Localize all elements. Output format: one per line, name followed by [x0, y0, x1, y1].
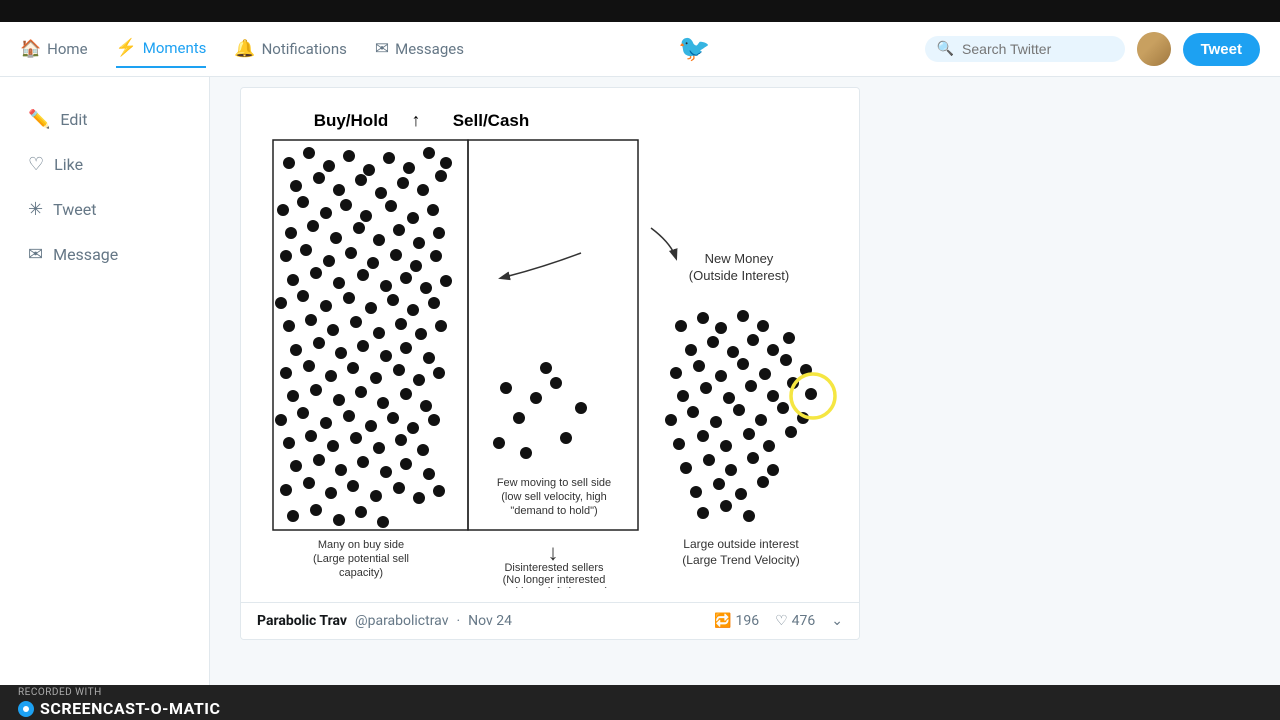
- svg-text:"demand to hold"): "demand to hold"): [510, 505, 597, 517]
- author-name: Parabolic Trav: [257, 613, 347, 629]
- svg-text:(Large potential sell: (Large potential sell: [313, 553, 409, 565]
- navbar: 🏠 Home ⚡ Moments 🔔 Notifications ✉ Messa…: [0, 22, 1280, 77]
- search-input[interactable]: [962, 41, 1102, 57]
- bottom-bar: RECORDED WITH SCREENCAST-O-MATIC: [0, 685, 1280, 720]
- edit-icon: ✏️: [28, 109, 50, 130]
- nav-home[interactable]: 🏠 Home: [20, 31, 88, 67]
- sell-dots: [493, 362, 587, 459]
- sidebar: ✏️ Edit ♡ Like ✳ Tweet ✉ Message: [0, 77, 210, 698]
- avatar-image: [1137, 32, 1171, 66]
- avatar[interactable]: [1137, 32, 1171, 66]
- svg-text:Disinterested sellers: Disinterested sellers: [504, 562, 604, 574]
- nav-left: 🏠 Home ⚡ Moments 🔔 Notifications ✉ Messa…: [20, 30, 464, 68]
- retweet-count: 196: [735, 613, 759, 629]
- like-count: 476: [792, 613, 816, 629]
- tweet-date: Nov 24: [468, 613, 512, 629]
- tweet-card: Buy/Hold ↑ Sell/Cash: [240, 87, 860, 640]
- nav-right: 🔍 Tweet: [925, 32, 1260, 66]
- svg-text:New Money: New Money: [705, 251, 774, 266]
- svg-text:(low sell velocity, high: (low sell velocity, high: [501, 491, 607, 503]
- sidebar-like-label: Like: [54, 155, 83, 174]
- nav-notifications-label: Notifications: [262, 40, 347, 58]
- search-bar[interactable]: 🔍: [925, 36, 1125, 62]
- retweet-icon: 🔁: [714, 613, 731, 629]
- sidebar-item-tweet[interactable]: ✳ Tweet: [0, 187, 209, 232]
- more-action[interactable]: ⌄: [831, 613, 843, 629]
- recorded-with-text: RECORDED WITH: [18, 687, 220, 699]
- brand-icon: [18, 701, 34, 717]
- nav-moments[interactable]: ⚡ Moments: [116, 30, 207, 68]
- svg-text:Sell/Cash: Sell/Cash: [453, 111, 530, 130]
- svg-text:Large outside interest: Large outside interest: [683, 537, 799, 551]
- sidebar-edit-label: Edit: [60, 110, 87, 129]
- content-wrapper: ✏️ Edit ♡ Like ✳ Tweet ✉ Message Buy/Hol…: [0, 77, 1280, 698]
- sidebar-message-label: Message: [53, 245, 118, 264]
- heart-icon: ♡: [28, 154, 44, 175]
- separator: ·: [456, 613, 460, 629]
- twitter-logo: 🐦: [678, 34, 710, 64]
- svg-text:(Large Trend Velocity): (Large Trend Velocity): [682, 553, 799, 567]
- svg-text:↑: ↑: [412, 110, 421, 130]
- buy-dots: [275, 147, 452, 528]
- home-icon: 🏠: [20, 39, 41, 59]
- sidebar-item-like[interactable]: ♡ Like: [0, 142, 209, 187]
- svg-text:(No longer interested: (No longer interested: [503, 574, 606, 586]
- like-icon: ♡: [775, 613, 788, 629]
- nav-messages-label: Messages: [395, 40, 464, 58]
- diagram-container: Buy/Hold ↑ Sell/Cash: [241, 88, 859, 602]
- svg-text:and have left the gym): and have left the gym): [500, 586, 609, 588]
- tweet-footer: Parabolic Trav @parabolictrav · Nov 24 🔁…: [241, 602, 859, 639]
- bell-icon: 🔔: [234, 39, 255, 59]
- chevron-down-icon: ⌄: [831, 613, 843, 629]
- brand-text: SCREENCAST-O-MATIC: [18, 699, 220, 718]
- nav-moments-label: Moments: [143, 39, 207, 57]
- outside-dots: [665, 310, 817, 522]
- tweet-button[interactable]: Tweet: [1183, 33, 1260, 66]
- retweet-action[interactable]: 🔁 196: [714, 613, 759, 629]
- top-bar: [0, 0, 1280, 22]
- main-area: Buy/Hold ↑ Sell/Cash: [210, 77, 1280, 698]
- message-icon: ✉: [28, 244, 43, 265]
- svg-text:Many on buy side: Many on buy side: [318, 539, 404, 551]
- sidebar-tweet-label: Tweet: [53, 200, 96, 219]
- title-buy-hold: Buy/Hold: [314, 111, 389, 130]
- nav-messages[interactable]: ✉ Messages: [375, 31, 464, 67]
- mail-icon: ✉: [375, 39, 389, 59]
- tweet-actions: 🔁 196 ♡ 476 ⌄: [714, 613, 843, 629]
- nav-notifications[interactable]: 🔔 Notifications: [234, 31, 346, 67]
- nav-home-label: Home: [47, 40, 87, 58]
- tweet-icon: ✳: [28, 199, 43, 220]
- like-action[interactable]: ♡ 476: [775, 613, 815, 629]
- diagram-svg: Buy/Hold ↑ Sell/Cash: [251, 98, 851, 588]
- nav-center: 🐦: [464, 34, 925, 64]
- moments-icon: ⚡: [116, 38, 137, 58]
- svg-text:Few moving to sell side: Few moving to sell side: [497, 477, 611, 489]
- sidebar-item-edit[interactable]: ✏️ Edit: [0, 97, 209, 142]
- svg-text:capacity): capacity): [339, 567, 383, 579]
- sidebar-item-message[interactable]: ✉ Message: [0, 232, 209, 277]
- author-handle: @parabolictrav: [355, 613, 448, 629]
- svg-text:(Outside Interest): (Outside Interest): [689, 268, 789, 283]
- search-icon: 🔍: [937, 41, 954, 57]
